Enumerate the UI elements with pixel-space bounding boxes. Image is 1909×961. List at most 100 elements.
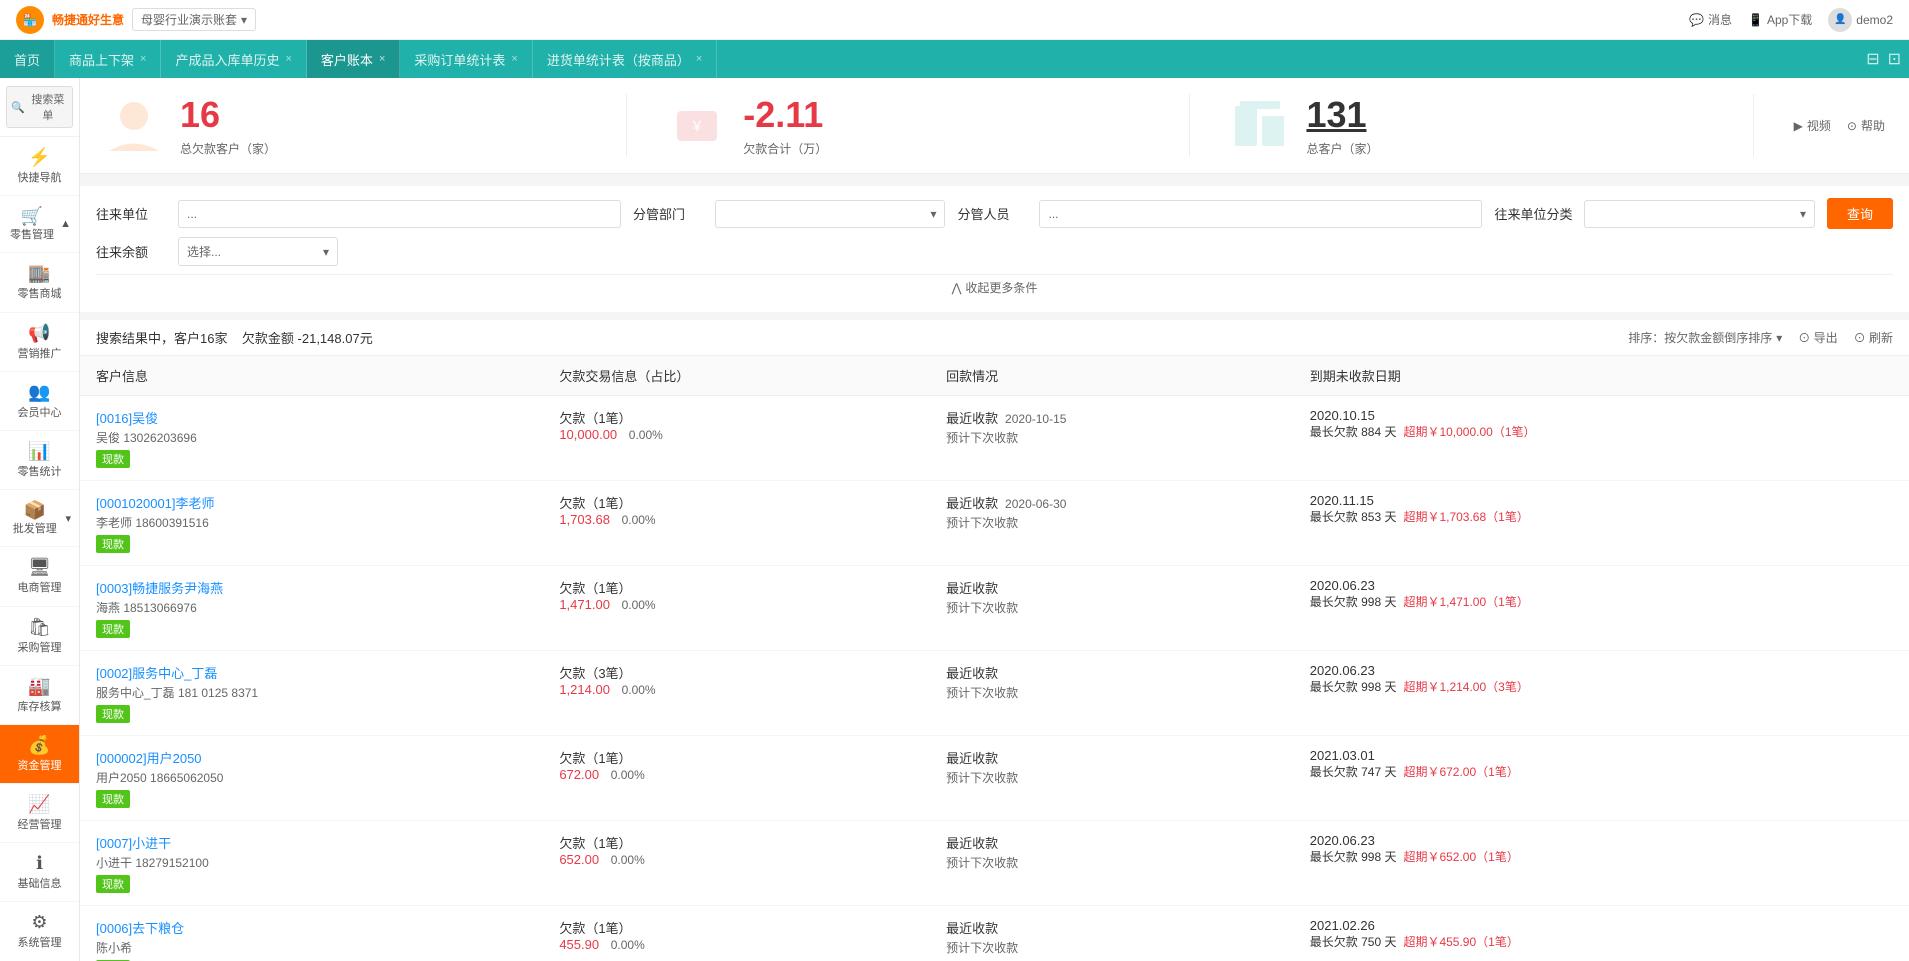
collection-cell: 最近收款 预计下次收款 (930, 566, 1294, 651)
customer-name-link[interactable]: [0001020001]李老师 (96, 496, 215, 511)
store-selector[interactable]: 母婴行业演示账套 ▾ (132, 8, 256, 31)
close-icon[interactable]: × (511, 53, 517, 65)
sidebar-item-member[interactable]: 👥 会员中心 (0, 372, 79, 431)
overdue-amount[interactable]: 超期￥672.00（1笔） (1403, 765, 1518, 779)
due-date: 2020.10.15 (1310, 408, 1893, 423)
close-icon[interactable]: × (285, 53, 291, 65)
next-collect: 预计下次收款 (946, 429, 1278, 446)
sidebar-item-stock[interactable]: 🏭 库存核算 (0, 666, 79, 725)
view-button[interactable]: ▶ 视频 (1794, 117, 1831, 134)
due-date: 2021.02.26 (1310, 918, 1893, 933)
help-button[interactable]: ⊙ 帮助 (1847, 117, 1885, 134)
tab-home[interactable]: 首页 (0, 40, 55, 78)
debit-amount-number: -2.11 (743, 94, 1149, 136)
logo-area: 🏪 畅捷通好生意 母婴行业演示账套 ▾ (16, 6, 256, 34)
overdue-amount[interactable]: 超期￥652.00（1笔） (1403, 850, 1518, 864)
customer-name-link[interactable]: [0002]服务中心_丁磊 (96, 666, 217, 681)
search-menu-button[interactable]: 🔍 搜索菜单 (6, 86, 73, 128)
close-icon[interactable]: × (379, 53, 385, 65)
table-header: 客户信息 欠款交易信息（占比） 回款情况 到期未收款日期 (80, 356, 1909, 396)
customer-phone: 吴俊 13026203696 (96, 429, 527, 446)
maximize-icon[interactable]: ⊡ (1888, 49, 1901, 69)
search-button[interactable]: 查询 (1827, 198, 1893, 229)
export-button[interactable]: ⊙ 导出 (1798, 329, 1837, 346)
person-input[interactable]: ... (1039, 200, 1482, 228)
customer-name-link[interactable]: [0016]吴俊 (96, 411, 158, 426)
sidebar-item-quick-nav[interactable]: ⚡ 快捷导航 (0, 137, 79, 196)
customer-name-link[interactable]: [0007]小进干 (96, 836, 171, 851)
customer-name-link[interactable]: [0003]畅捷服务尹海燕 (96, 581, 223, 596)
debit-info-cell: 欠款（3笔） 1,214.00 0.00% (543, 651, 930, 736)
chevron-down-icon: ▾ (323, 245, 329, 259)
minimize-icon[interactable]: ⊟ (1866, 49, 1879, 69)
collapse-icon: ⋀ (952, 281, 962, 295)
sidebar-item-purchase[interactable]: 🛍 采购管理 (0, 607, 79, 666)
sidebar-item-label: 会员中心 (18, 407, 62, 420)
sidebar-item-retail-stats[interactable]: 📊 零售统计 (0, 431, 79, 490)
user-menu[interactable]: 👤 demo2 (1828, 8, 1893, 32)
close-icon[interactable]: × (140, 53, 146, 65)
sidebar-item-batch-mgmt[interactable]: 📦 批发管理 ▾ (0, 490, 79, 547)
overdue-amount[interactable]: 超期￥1,471.00（1笔） (1403, 595, 1528, 609)
debit-amount[interactable]: 652.00 (559, 852, 599, 867)
overdue-amount[interactable]: 超期￥10,000.00（1笔） (1403, 425, 1535, 439)
overdue-amount[interactable]: 超期￥1,214.00（3笔） (1403, 680, 1528, 694)
sidebar-item-label: 基础信息 (18, 878, 62, 891)
debit-amount[interactable]: 1,471.00 (559, 597, 610, 612)
sidebar-item-ecommerce[interactable]: 🖥 电商管理 (0, 547, 79, 606)
tab-product-shelf[interactable]: 商品上下架 × (55, 40, 161, 78)
refresh-button[interactable]: ⊙ 刷新 (1854, 329, 1893, 346)
from-unit-input[interactable]: ... (178, 200, 621, 228)
tab-purchase-order[interactable]: 采购订单统计表 × (400, 40, 532, 78)
collapse-label: 收起更多条件 (965, 279, 1037, 296)
from-unit-balance-select[interactable]: 选择... ▾ (178, 237, 338, 266)
debit-amount[interactable]: 1,703.68 (559, 512, 610, 527)
debit-amount[interactable]: 10,000.00 (559, 427, 617, 442)
due-date-cell: 2020.06.23 最长欠款 998 天 超期￥1,214.00（3笔） (1294, 651, 1909, 736)
sidebar-item-ops-mgmt[interactable]: 📈 经营管理 (0, 784, 79, 843)
table-row: [0001020001]李老师 李老师 18600391516 现款 欠款（1笔… (80, 481, 1909, 566)
sidebar-content: 📦 批发管理 (8, 500, 61, 536)
table-body: [0016]吴俊 吴俊 13026203696 现款 欠款（1笔） 10,000… (80, 396, 1909, 961)
table-row: [0007]小进干 小进干 18279152100 现款 欠款（1笔） 652.… (80, 821, 1909, 906)
unit-type-select[interactable]: ▾ (1584, 200, 1815, 228)
customer-phone: 服务中心_丁磊 181 0125 8371 (96, 684, 527, 701)
dept-select[interactable]: ▾ (715, 200, 946, 228)
debit-amount[interactable]: 672.00 (559, 767, 599, 782)
debit-count: 欠款（3笔） (559, 663, 914, 682)
sidebar-item-retail-mall[interactable]: 🏬 零售商城 (0, 253, 79, 312)
recent-collect-label: 最近收款 (946, 748, 1278, 767)
customer-name-link[interactable]: [0006]去下粮仓 (96, 921, 184, 936)
tab-product-history[interactable]: 产成品入库单历史 × (161, 40, 306, 78)
overdue-amount[interactable]: 超期￥455.90（1笔） (1403, 935, 1518, 949)
result-text: 搜索结果中，客户16家 欠款金额 -21,148.07元 (96, 328, 373, 347)
customer-phone: 陈小希 (96, 939, 527, 956)
overdue-amount[interactable]: 超期￥1,703.68（1笔） (1403, 510, 1528, 524)
overdue-days: 最长欠款 750 天 (1310, 935, 1400, 949)
debit-count: 欠款（1笔） (559, 408, 914, 427)
collection-cell: 最近收款 预计下次收款 (930, 651, 1294, 736)
recent-date (1002, 752, 1005, 766)
sort-selector[interactable]: 排序：按欠款金额倒序排序 ▾ (1628, 329, 1782, 346)
debit-amount[interactable]: 455.90 (559, 937, 599, 952)
search-icon: 🔍 (11, 101, 25, 114)
sidebar-item-label: 资金管理 (18, 760, 62, 773)
sidebar-item-system[interactable]: ⚙ 系统管理 (0, 902, 79, 961)
sidebar-item-capital[interactable]: 💰 资金管理 (0, 725, 79, 784)
overdue-days: 最长欠款 998 天 (1310, 595, 1400, 609)
app-download-button[interactable]: 📱 App下载 (1748, 11, 1812, 28)
collapse-button[interactable]: ⋀ 收起更多条件 (96, 274, 1893, 300)
messages-button[interactable]: 💬 消息 (1689, 11, 1732, 28)
from-unit-label: 往来单位 (96, 204, 166, 223)
sidebar-item-marketing[interactable]: 📢 营销推广 (0, 313, 79, 372)
tab-stock-stats[interactable]: 进货单统计表（按商品） × (533, 40, 717, 78)
debit-info-cell: 欠款（1笔） 1,471.00 0.00% (543, 566, 930, 651)
recent-collect-label: 最近收款 (946, 578, 1278, 597)
sidebar-item-basic-info[interactable]: ℹ 基础信息 (0, 843, 79, 902)
close-icon[interactable]: × (696, 53, 702, 65)
debit-amount[interactable]: 1,214.00 (559, 682, 610, 697)
customer-name-link[interactable]: [000002]用户2050 (96, 751, 202, 766)
sidebar-item-retail-mgmt[interactable]: 🛒 零售管理 ▲ (0, 196, 79, 253)
tab-customer-account[interactable]: 客户账本 × (307, 40, 400, 78)
debit-count: 欠款（1笔） (559, 918, 914, 937)
